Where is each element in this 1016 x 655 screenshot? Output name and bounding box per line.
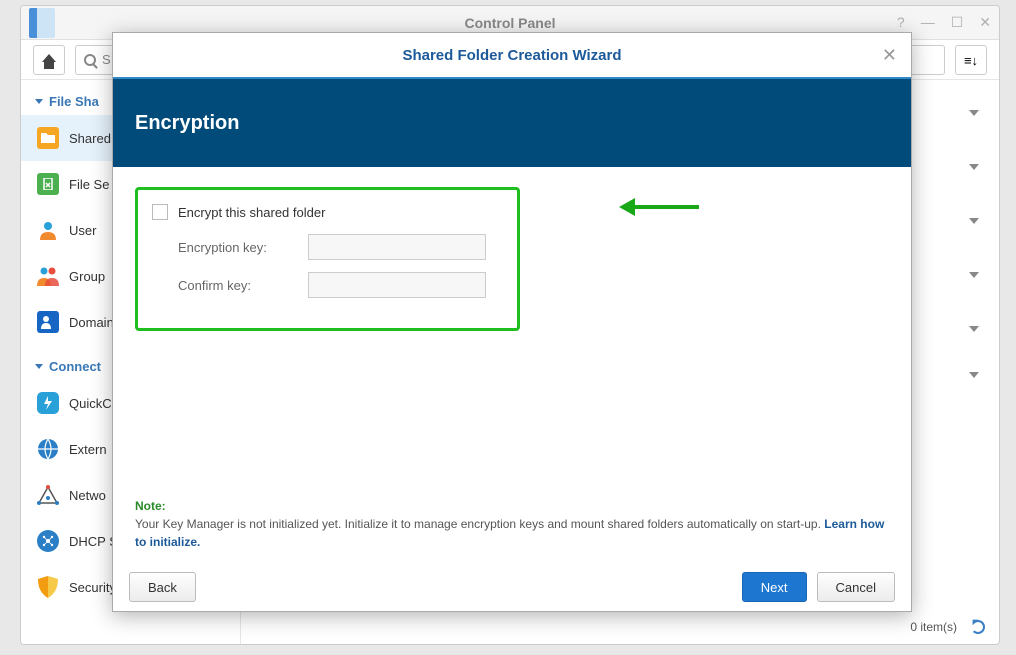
app-icon	[29, 8, 55, 38]
back-button[interactable]: Back	[129, 572, 196, 602]
refresh-button[interactable]	[971, 620, 985, 634]
chevron-down-icon[interactable]	[969, 372, 979, 378]
section-label: Connect	[49, 359, 101, 374]
cancel-button[interactable]: Cancel	[817, 572, 895, 602]
status-bar: 0 item(s)	[910, 620, 985, 634]
confirm-key-input[interactable]	[308, 272, 486, 298]
sidebar-item-label: Security	[69, 580, 116, 595]
encrypt-checkbox-label: Encrypt this shared folder	[178, 205, 325, 220]
note-area: Note: Your Key Manager is not initialize…	[135, 497, 889, 551]
sidebar-item-label: Netwo	[69, 488, 106, 503]
confirm-key-row: Confirm key:	[152, 272, 503, 298]
chevron-down-icon[interactable]	[969, 326, 979, 332]
home-button[interactable]	[33, 45, 65, 75]
sidebar-item-label: Group	[69, 269, 105, 284]
sidebar-item-label: Shared	[69, 131, 111, 146]
encryption-key-row: Encryption key:	[152, 234, 503, 260]
encryption-key-input[interactable]	[308, 234, 486, 260]
chevron-down-icon[interactable]	[969, 218, 979, 224]
user-icon	[37, 219, 59, 241]
quickconnect-icon	[37, 392, 59, 414]
step-title: Encryption	[135, 112, 239, 135]
shield-icon	[37, 576, 59, 598]
next-button[interactable]: Next	[742, 572, 807, 602]
help-icon[interactable]: ?	[897, 14, 905, 31]
sidebar-item-label: Extern	[69, 442, 107, 457]
chevron-down-icon[interactable]	[969, 272, 979, 278]
shared-folder-wizard-dialog: Shared Folder Creation Wizard ✕ Encrypti…	[112, 32, 912, 612]
note-text: Your Key Manager is not initialized yet.…	[135, 517, 821, 531]
close-icon[interactable]: ✕	[979, 14, 991, 31]
chevron-down-icon[interactable]	[969, 164, 979, 170]
domain-icon	[37, 311, 59, 333]
window-controls: ? — ☐ ✕	[897, 14, 991, 31]
sidebar-item-label: QuickC	[69, 396, 112, 411]
search-icon	[84, 54, 96, 66]
dialog-body: Encrypt this shared folder Encryption ke…	[113, 167, 911, 527]
window-title: Control Panel	[464, 15, 555, 31]
item-count: 0 item(s)	[910, 620, 957, 634]
maximize-icon[interactable]: ☐	[951, 14, 964, 31]
dialog-footer: Back Next Cancel	[113, 563, 911, 611]
chevron-down-icon	[35, 364, 43, 369]
dialog-header: Shared Folder Creation Wizard ✕	[113, 33, 911, 77]
network-icon	[37, 484, 59, 506]
chevron-down-icon[interactable]	[969, 110, 979, 116]
encrypt-checkbox-row: Encrypt this shared folder	[152, 204, 503, 220]
sidebar-item-label: User	[69, 223, 96, 238]
dialog-title: Shared Folder Creation Wizard	[402, 47, 621, 64]
dhcp-icon	[37, 530, 59, 552]
dialog-close-button[interactable]: ✕	[882, 45, 897, 66]
refresh-icon	[971, 620, 985, 634]
sort-button[interactable]: ≡↓	[955, 45, 987, 75]
encryption-form-highlight: Encrypt this shared folder Encryption ke…	[135, 187, 520, 331]
file-service-icon	[37, 173, 59, 195]
sidebar-item-label: Domain	[69, 315, 114, 330]
note-label: Note:	[135, 499, 166, 513]
search-placeholder: S	[102, 52, 111, 67]
annotation-arrow	[633, 205, 699, 209]
sidebar-item-label: File Se	[69, 177, 109, 192]
dialog-banner: Encryption	[113, 77, 911, 167]
minimize-icon[interactable]: —	[921, 14, 935, 31]
encrypt-checkbox[interactable]	[152, 204, 168, 220]
home-icon	[42, 54, 56, 62]
sidebar-item-label: DHCP S	[69, 534, 118, 549]
confirm-key-label: Confirm key:	[178, 278, 298, 293]
encryption-key-label: Encryption key:	[178, 240, 298, 255]
chevron-down-icon	[35, 99, 43, 104]
folder-share-icon	[37, 127, 59, 149]
globe-icon	[37, 438, 59, 460]
section-label: File Sha	[49, 94, 99, 109]
group-icon	[37, 265, 59, 287]
